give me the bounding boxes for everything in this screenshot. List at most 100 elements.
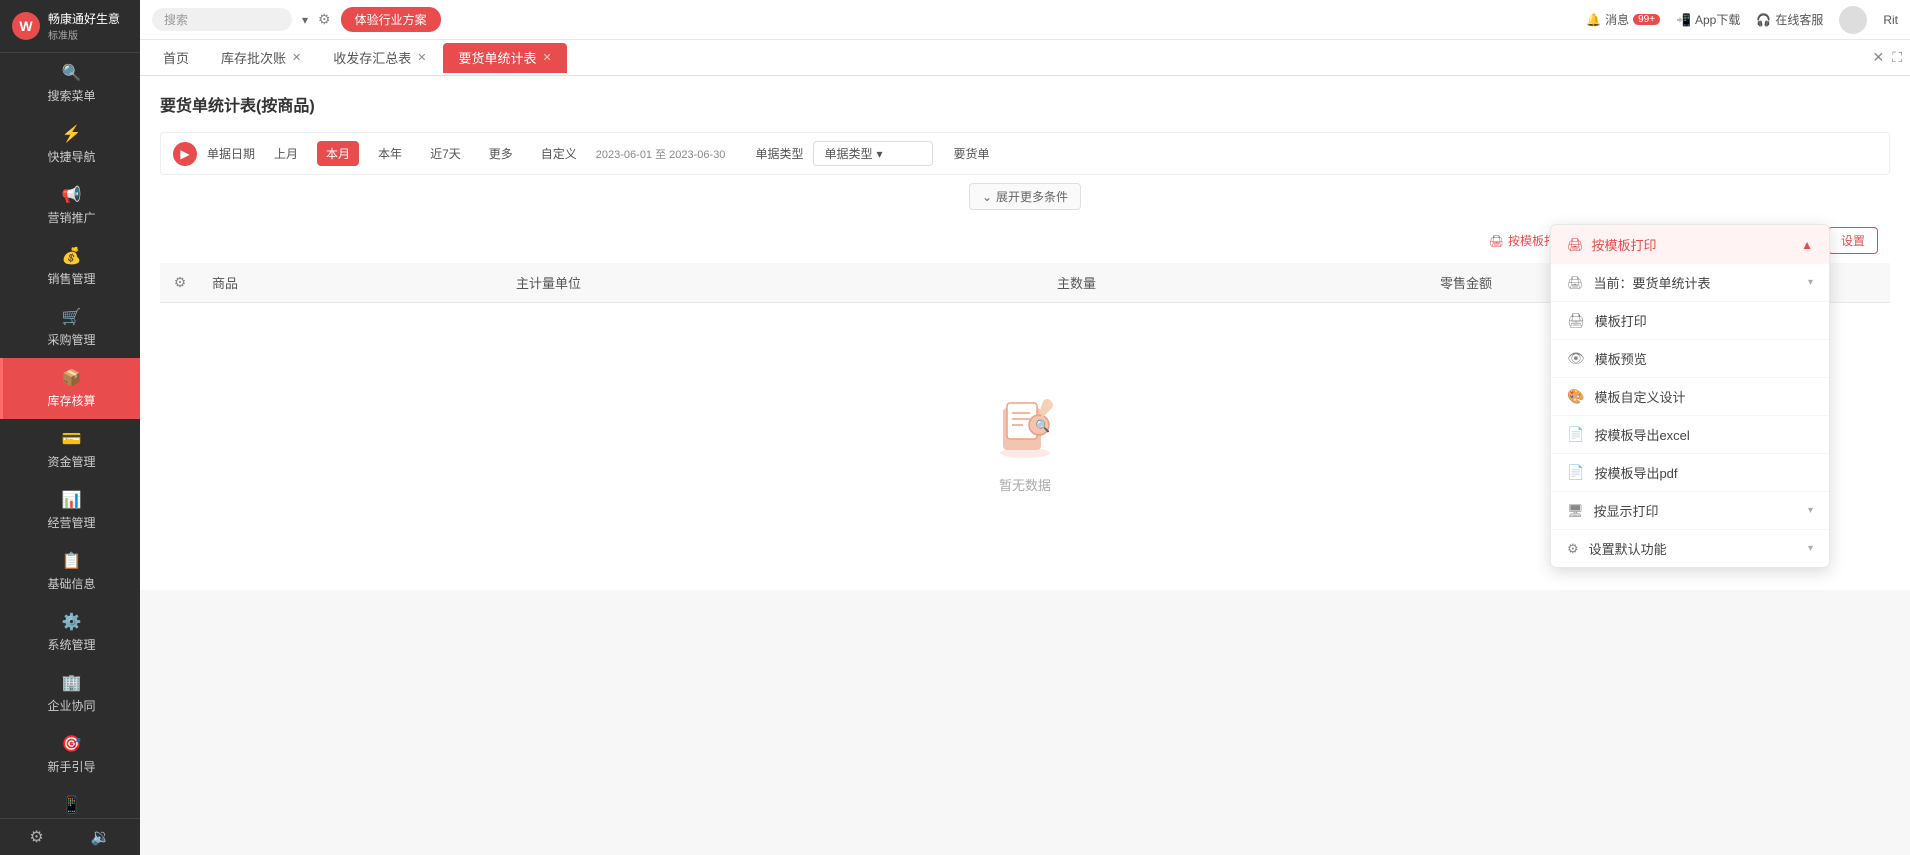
date-btn-year[interactable]: 本年: [369, 141, 411, 166]
sidebar-item-guide[interactable]: 🎯 新手引导: [0, 724, 140, 785]
trial-button[interactable]: 体验行业方案: [341, 7, 441, 32]
dropdown-collapse-icon[interactable]: ▲: [1801, 238, 1813, 252]
sidebar-item-basics[interactable]: 📋 基础信息: [0, 541, 140, 602]
print-icon: 🖨: [1489, 234, 1504, 248]
topbar-dropdown[interactable]: ▾: [302, 13, 308, 27]
dropdown-item-export-pdf[interactable]: 📄 按模板导出pdf: [1551, 454, 1829, 492]
expand-conditions-btn[interactable]: ⌄ 展开更多条件: [969, 183, 1081, 210]
flash-icon: ⚡: [62, 124, 82, 144]
sidebar: W 畅康通好生意 标准版 🔍 搜索菜单 ⚡ 快捷导航 📢 营销推广 💰 销售管理…: [0, 0, 140, 855]
money-icon: 💰: [62, 246, 82, 266]
download-icon: 📲: [1676, 13, 1691, 27]
logo-text: 畅康通好生意 标准版: [48, 10, 120, 42]
tab-receipt-summary-close[interactable]: ✕: [417, 51, 426, 64]
dropdown-item-export-excel[interactable]: 📄 按模板导出excel: [1551, 416, 1829, 454]
display-print-icon: 🖥: [1567, 503, 1584, 519]
goods-filter-label: 要货单: [953, 145, 989, 162]
tab-home[interactable]: 首页: [148, 43, 204, 73]
dropdown-current-template[interactable]: 🖨 当前：要货单统计表 ▾: [1551, 264, 1829, 302]
building-icon: 🏢: [62, 673, 82, 693]
dropdown-item-template-print[interactable]: 🖨 模板打印: [1551, 302, 1829, 340]
online-service-label: 在线客服: [1775, 11, 1823, 28]
username-label: Rit: [1883, 13, 1898, 27]
settings-btn[interactable]: 设置: [1828, 227, 1878, 254]
default-func-left: ⚙ 设置默认功能: [1567, 539, 1667, 558]
target-icon: 🎯: [62, 734, 82, 754]
sidebar-nav: 🔍 搜索菜单 ⚡ 快捷导航 📢 营销推广 💰 销售管理 🛒 采购管理 📦 库存核…: [0, 53, 140, 818]
online-service-button[interactable]: 🎧 在线客服: [1756, 11, 1823, 28]
sidebar-item-search[interactable]: 🔍 搜索菜单: [0, 53, 140, 114]
sidebar-item-inventory[interactable]: 📦 库存核算: [0, 358, 140, 419]
svg-text:🔍: 🔍: [1035, 418, 1050, 433]
sidebar-item-purchase[interactable]: 🛒 采购管理: [0, 297, 140, 358]
expand-label: 展开更多条件: [996, 188, 1068, 205]
sidebar-label-enterprise: 企业协同: [47, 697, 95, 714]
tab-receipt-summary[interactable]: 收发存汇总表 ✕: [318, 43, 441, 73]
filter-toggle-btn[interactable]: ▶: [173, 142, 197, 166]
type-select[interactable]: 单据类型 ▾: [813, 141, 933, 166]
date-btn-custom[interactable]: 自定义: [532, 141, 586, 166]
dropdown-item-template-design[interactable]: 🎨 模板自定义设计: [1551, 378, 1829, 416]
tab-inventory-batch-label: 库存批次账: [221, 48, 286, 67]
type-filter-label: 单据类型: [755, 145, 803, 162]
sidebar-item-marketing[interactable]: 📢 营销推广: [0, 175, 140, 236]
date-btn-curr[interactable]: 本月: [317, 141, 359, 166]
template-preview-label: 模板预览: [1595, 349, 1647, 368]
sidebar-item-finance[interactable]: 💳 资金管理: [0, 419, 140, 480]
chart-icon: 📊: [62, 490, 82, 510]
table-header-unit: 主计量单位: [504, 263, 1045, 303]
card-icon: 💳: [62, 429, 82, 449]
display-print-left: 🖥 按显示打印: [1567, 501, 1659, 520]
user-avatar[interactable]: [1839, 6, 1867, 34]
notification-button[interactable]: 🔔 消息 99+: [1586, 11, 1660, 28]
dropdown-arrow-icon: ▾: [302, 13, 308, 27]
current-template-chevron: ▾: [1808, 277, 1813, 288]
sidebar-item-quicknav[interactable]: ⚡ 快捷导航: [0, 114, 140, 175]
sidebar-item-apps[interactable]: 📱 应用中心: [0, 785, 140, 818]
sidebar-label-operations: 经营管理: [47, 514, 95, 531]
sound-icon[interactable]: 🔉: [91, 827, 111, 847]
dropdown-default-func[interactable]: ⚙ 设置默认功能 ▾: [1551, 530, 1829, 567]
app-logo: W 畅康通好生意 标准版: [0, 0, 140, 53]
template-print-icon: 🖨: [1567, 312, 1585, 329]
date-range-display: 2023-06-01 至 2023-06-30: [596, 146, 726, 162]
export-excel-icon: 📄: [1567, 426, 1584, 443]
current-template-icon: 🖨: [1567, 275, 1584, 291]
dropdown-display-print[interactable]: 🖥 按显示打印 ▾: [1551, 492, 1829, 530]
app-download-button[interactable]: 📲 App下载: [1676, 11, 1740, 28]
tab-inventory-batch[interactable]: 库存批次账 ✕: [206, 43, 316, 73]
template-design-icon: 🎨: [1567, 388, 1584, 405]
clipboard-icon: 📋: [62, 551, 82, 571]
tab-bar: 首页 库存批次账 ✕ 收发存汇总表 ✕ 要货单统计表 ✕ ✕ ⛶: [140, 40, 1910, 76]
sidebar-item-system[interactable]: ⚙️ 系统管理: [0, 602, 140, 663]
sidebar-item-enterprise[interactable]: 🏢 企业协同: [0, 663, 140, 724]
tab-order-stats[interactable]: 要货单统计表 ✕: [443, 43, 566, 73]
settings-icon[interactable]: ⚙: [29, 827, 43, 847]
tab-inventory-batch-close[interactable]: ✕: [292, 51, 301, 64]
current-template-left: 🖨 当前：要货单统计表: [1567, 273, 1711, 292]
dropdown-header[interactable]: 🖨 按模板打印 ▲: [1551, 225, 1829, 264]
sidebar-label-sales: 销售管理: [47, 270, 95, 287]
maximize-icon[interactable]: ⛶: [1892, 49, 1902, 66]
dropdown-item-template-preview[interactable]: 👁 模板预览: [1551, 340, 1829, 378]
sidebar-label-finance: 资金管理: [47, 453, 95, 470]
table-gear-icon[interactable]: ⚙: [174, 274, 187, 290]
template-design-label: 模板自定义设计: [1594, 387, 1685, 406]
sidebar-item-operations[interactable]: 📊 经营管理: [0, 480, 140, 541]
dropdown-title-label: 按模板打印: [1592, 235, 1657, 254]
box-icon: 📦: [62, 368, 82, 388]
sidebar-label-search: 搜索菜单: [47, 87, 95, 104]
print-header-icon: 🖨: [1567, 237, 1584, 253]
default-func-chevron: ▾: [1808, 543, 1813, 554]
date-btn-7days[interactable]: 近7天: [421, 141, 470, 166]
close-window-icon[interactable]: ✕: [1872, 49, 1884, 66]
sidebar-item-sales[interactable]: 💰 销售管理: [0, 236, 140, 297]
dropdown-title: 🖨 按模板打印: [1567, 235, 1657, 254]
logo-icon: W: [12, 12, 40, 40]
topbar-gear-icon[interactable]: ⚙: [318, 11, 331, 28]
date-btn-more[interactable]: 更多: [480, 141, 522, 166]
date-btn-prev[interactable]: 上月: [265, 141, 307, 166]
search-box[interactable]: 搜索: [152, 8, 292, 31]
tab-order-stats-close[interactable]: ✕: [543, 51, 552, 64]
megaphone-icon: 📢: [62, 185, 82, 205]
